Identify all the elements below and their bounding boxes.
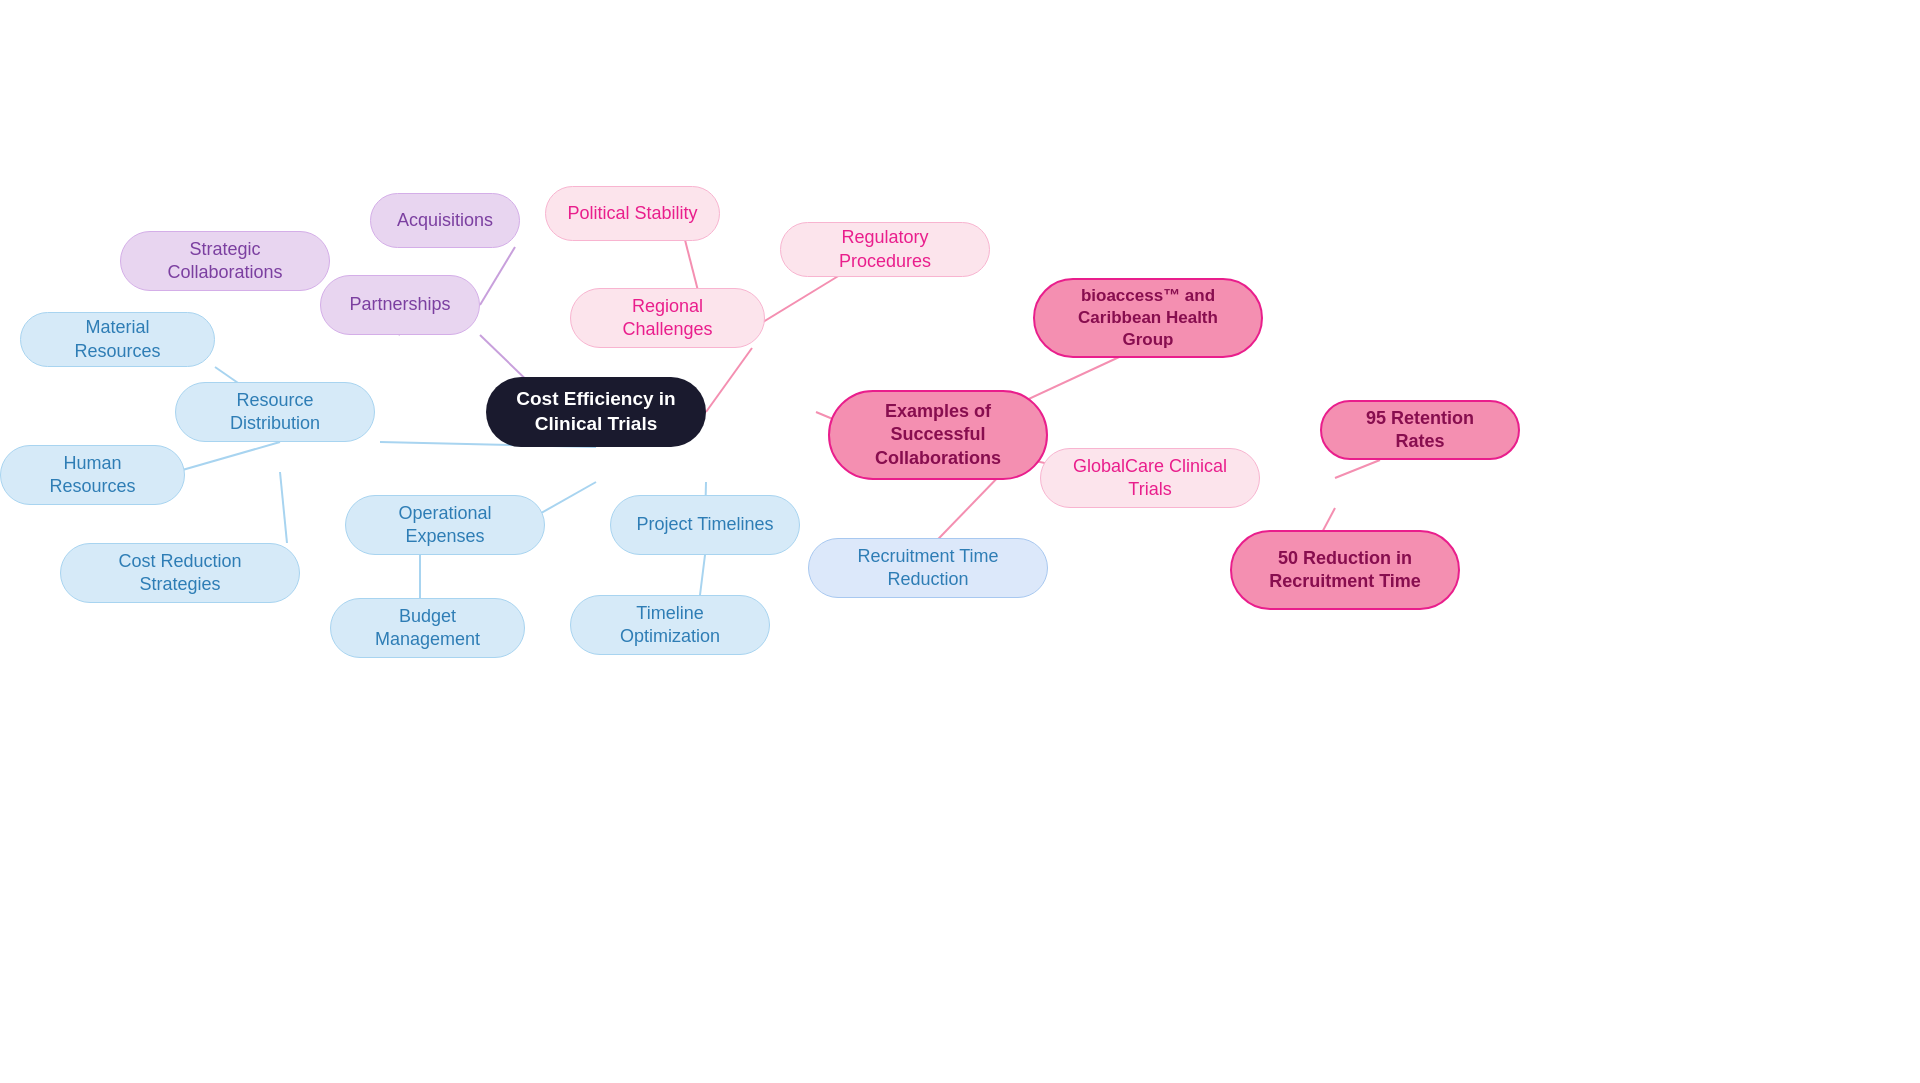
material-resources-node: Material Resources <box>20 312 215 367</box>
project-timelines-label: Project Timelines <box>636 513 773 536</box>
regulatory-procedures-label: Regulatory Procedures <box>801 226 969 273</box>
political-stability-label: Political Stability <box>567 202 697 225</box>
cost-reduction-strategies-node: Cost Reduction Strategies <box>60 543 300 603</box>
resource-distribution-label: Resource Distribution <box>196 389 354 436</box>
timeline-optimization-node: Timeline Optimization <box>570 595 770 655</box>
svg-line-1 <box>480 247 515 305</box>
recruitment-time-reduction-label: Recruitment Time Reduction <box>829 545 1027 592</box>
svg-line-10 <box>700 555 705 595</box>
center-node: Cost Efficiency in Clinical Trials <box>486 377 706 447</box>
partnerships-node: Partnerships <box>320 275 480 335</box>
human-resources-label: Human Resources <box>21 452 164 499</box>
operational-expenses-label: Operational Expenses <box>366 502 524 549</box>
fifty-reduction-node: 50 Reduction in Recruitment Time <box>1230 530 1460 610</box>
acquisitions-label: Acquisitions <box>397 209 493 232</box>
partnerships-label: Partnerships <box>349 293 450 316</box>
material-resources-label: Material Resources <box>41 316 194 363</box>
svg-line-6 <box>280 472 287 543</box>
regional-challenges-label: Regional Challenges <box>591 295 744 342</box>
cost-reduction-strategies-label: Cost Reduction Strategies <box>81 550 279 597</box>
bioaccess-node: bioaccess™ and Caribbean Health Group <box>1033 278 1263 358</box>
strategic-collaborations-node: Strategic Collaborations <box>120 231 330 291</box>
regulatory-procedures-node: Regulatory Procedures <box>780 222 990 277</box>
svg-line-11 <box>706 348 752 412</box>
globalcare-label: GlobalCare Clinical Trials <box>1059 455 1241 502</box>
political-stability-node: Political Stability <box>545 186 720 241</box>
human-resources-node: Human Resources <box>0 445 185 505</box>
fifty-reduction-label: 50 Reduction in Recruitment Time <box>1250 547 1440 594</box>
examples-collaborations-node: Examples of Successful Collaborations <box>828 390 1048 480</box>
operational-expenses-node: Operational Expenses <box>345 495 545 555</box>
svg-line-18 <box>1335 460 1380 478</box>
globalcare-node: GlobalCare Clinical Trials <box>1040 448 1260 508</box>
bioaccess-label: bioaccess™ and Caribbean Health Group <box>1053 285 1243 351</box>
budget-management-label: Budget Management <box>351 605 504 652</box>
timeline-optimization-label: Timeline Optimization <box>591 602 749 649</box>
strategic-collaborations-label: Strategic Collaborations <box>141 238 309 285</box>
center-label: Cost Efficiency in Clinical Trials <box>506 387 686 436</box>
regional-challenges-node: Regional Challenges <box>570 288 765 348</box>
acquisitions-node: Acquisitions <box>370 193 520 248</box>
retention-rates-label: 95 Retention Rates <box>1340 407 1500 454</box>
retention-rates-node: 95 Retention Rates <box>1320 400 1520 460</box>
recruitment-time-reduction-node: Recruitment Time Reduction <box>808 538 1048 598</box>
budget-management-node: Budget Management <box>330 598 525 658</box>
project-timelines-node: Project Timelines <box>610 495 800 555</box>
resource-distribution-node: Resource Distribution <box>175 382 375 442</box>
examples-collaborations-label: Examples of Successful Collaborations <box>848 400 1028 470</box>
